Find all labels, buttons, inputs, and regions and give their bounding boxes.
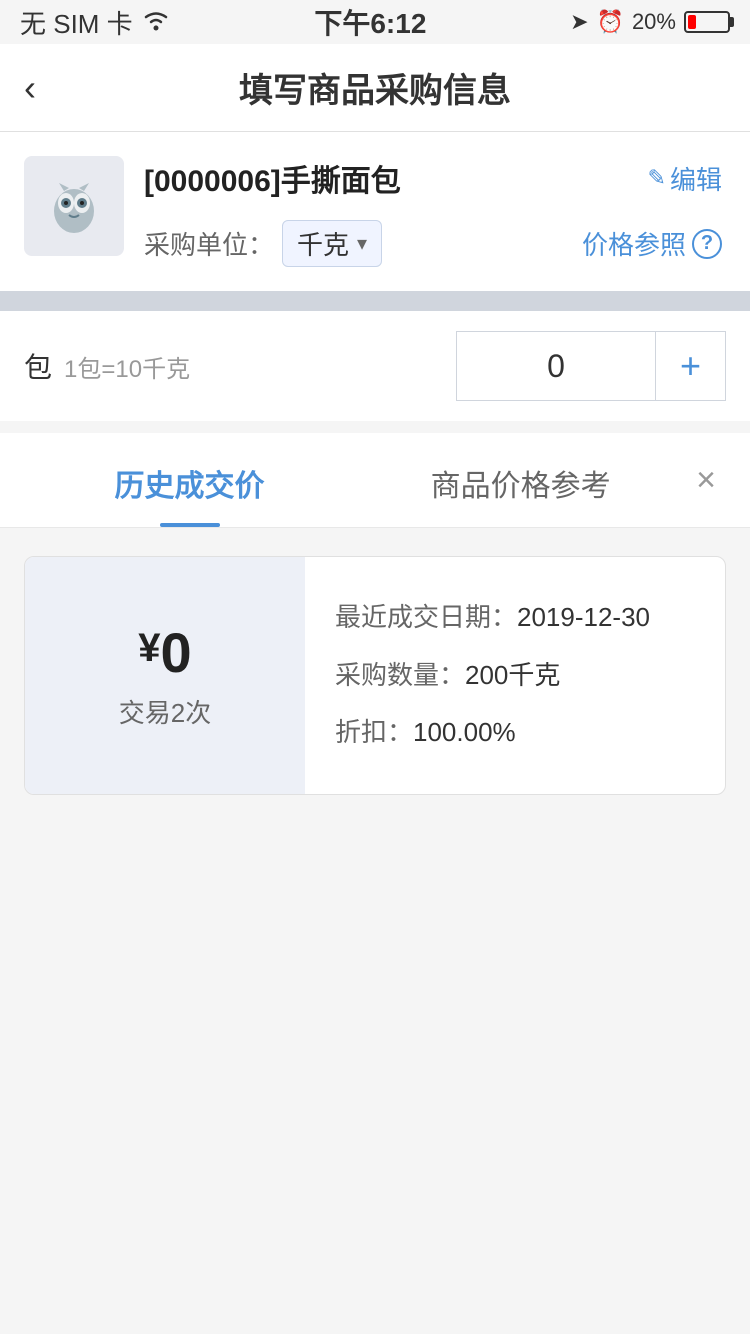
pkg-label: 包 — [24, 346, 52, 386]
status-time: 下午6:12 — [314, 2, 426, 42]
quantity-controls: 0 + — [456, 331, 726, 401]
quantity-input[interactable]: 0 — [456, 331, 656, 401]
status-right: ➤ ⏰ 20% — [570, 9, 730, 35]
unit-select-dropdown[interactable]: 千克 ▾ — [282, 220, 382, 267]
alarm-icon: ⏰ — [597, 9, 624, 35]
purchase-quantity-row: 采购数量：200千克 — [335, 655, 695, 697]
tab-history-price[interactable]: 历史成交价 — [24, 433, 355, 527]
price-card-left: ¥0 交易2次 — [25, 557, 305, 794]
page-title: 填写商品采购信息 — [239, 63, 511, 112]
info-icon: ? — [692, 229, 722, 259]
quantity-section: 包 1包=10千克 0 + — [0, 311, 750, 421]
product-header: [0000006]手撕面包 ✎ 编辑 — [144, 156, 722, 200]
nav-bar: ‹ 填写商品采购信息 — [0, 44, 750, 132]
price-card-right: 最近成交日期：2019-12-30 采购数量：200千克 折扣：100.00% — [305, 557, 725, 794]
battery-icon — [684, 11, 730, 33]
unit-selector-group: 采购单位： 千克 ▾ — [144, 220, 382, 267]
recent-date-row: 最近成交日期：2019-12-30 — [335, 597, 695, 639]
product-details: [0000006]手撕面包 ✎ 编辑 采购单位： 千克 ▾ 价格参照 ? — [144, 156, 722, 267]
status-left: 无 SIM 卡 — [20, 4, 171, 41]
price-reference-button[interactable]: 价格参照 ? — [582, 225, 722, 262]
edit-icon: ✎ — [648, 165, 666, 191]
price-amount: ¥0 — [138, 620, 191, 685]
status-bar: 无 SIM 卡 下午6:12 ➤ ⏰ 20% — [0, 0, 750, 44]
plus-button[interactable]: + — [656, 331, 726, 401]
product-name: [0000006]手撕面包 — [144, 156, 401, 200]
back-button[interactable]: ‹ — [24, 67, 36, 109]
gray-divider — [0, 291, 750, 311]
dropdown-arrow-icon: ▾ — [357, 231, 367, 256]
pkg-conversion: 1包=10千克 — [64, 349, 190, 384]
unit-row: 采购单位： 千克 ▾ 价格参照 ? — [144, 220, 722, 267]
unit-label: 采购单位： — [144, 225, 274, 262]
carrier-text: 无 SIM 卡 — [20, 4, 133, 41]
quantity-label-group: 包 1包=10千克 — [24, 346, 190, 386]
product-image — [24, 156, 124, 256]
wifi-icon — [141, 7, 171, 38]
product-row: [0000006]手撕面包 ✎ 编辑 采购单位： 千克 ▾ 价格参照 ? — [24, 156, 722, 267]
product-section: [0000006]手撕面包 ✎ 编辑 采购单位： 千克 ▾ 价格参照 ? — [0, 132, 750, 291]
trade-count: 交易2次 — [119, 693, 211, 730]
price-card: ¥0 交易2次 最近成交日期：2019-12-30 采购数量：200千克 折扣：… — [24, 556, 726, 795]
location-icon: ➤ — [570, 9, 588, 35]
discount-row: 折扣：100.00% — [335, 712, 695, 754]
tab-price-reference[interactable]: 商品价格参考 — [355, 433, 686, 527]
price-card-section: ¥0 交易2次 最近成交日期：2019-12-30 采购数量：200千克 折扣：… — [0, 528, 750, 823]
edit-button[interactable]: ✎ 编辑 — [648, 160, 722, 197]
battery-percent: 20% — [632, 9, 676, 35]
tabs-section: 历史成交价 商品价格参考 × — [0, 433, 750, 528]
tabs-close-button[interactable]: × — [686, 441, 726, 520]
